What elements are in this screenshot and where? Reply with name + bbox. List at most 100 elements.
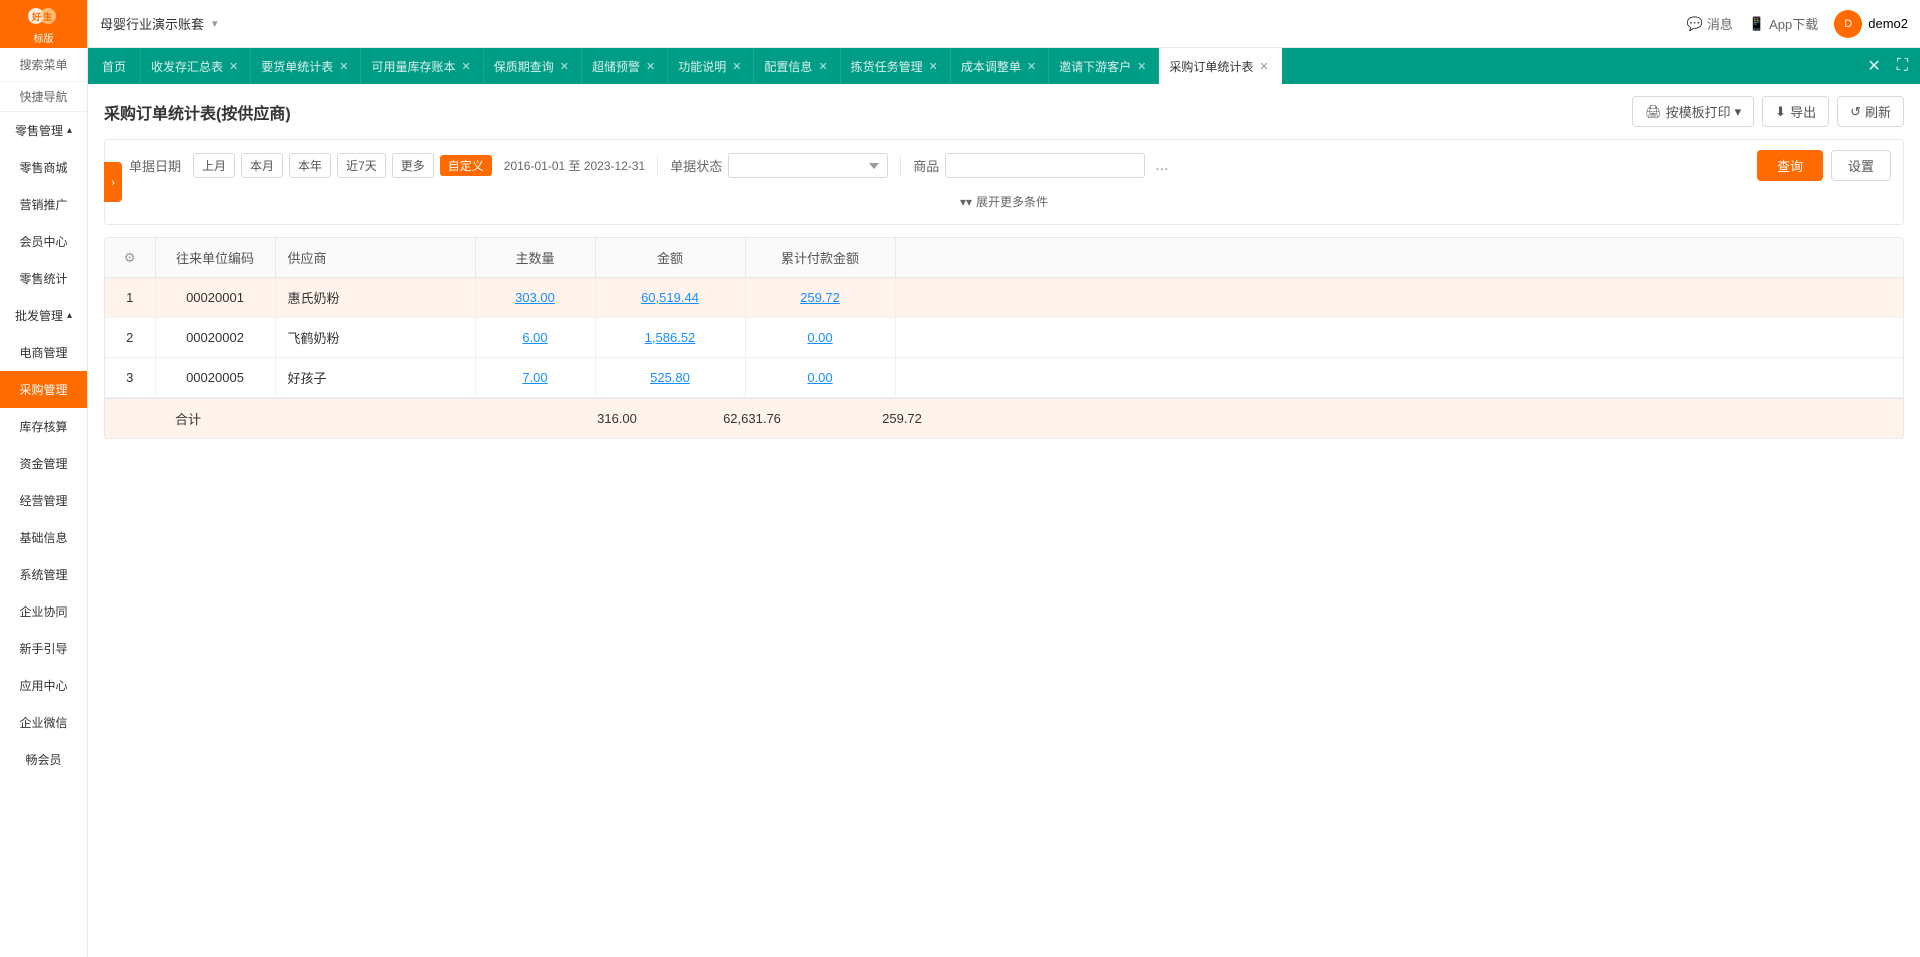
footer-total-qty: 316.00 <box>557 411 677 426</box>
cell-paid[interactable]: 0.00 <box>745 358 895 398</box>
sidebar-item-ecommerce[interactable]: 电商管理 <box>0 334 87 371</box>
app-logo: 好 生 标版 <box>0 0 87 48</box>
sidebar-item-wholesale[interactable]: 批发管理 ▴ <box>0 297 87 334</box>
sidebar-item-vip[interactable]: 畅会员 <box>0 741 87 778</box>
cell-code: 00020005 <box>155 358 275 398</box>
tab-close-inventory[interactable]: ✕ <box>460 59 473 74</box>
col-paid-header: 累计付款金额 <box>745 238 895 278</box>
date-last-month-button[interactable]: 上月 <box>193 153 235 178</box>
tab-invite[interactable]: 邀请下游客户 ✕ <box>1049 48 1159 84</box>
topbar-right: 💬 消息 📱 App下载 D demo2 <box>1687 10 1908 38</box>
app-download-label: App下载 <box>1769 14 1818 33</box>
sidebar-item-search[interactable]: 搜索菜单 <box>0 48 87 82</box>
sidebar-item-purchase[interactable]: 采购管理 <box>0 371 87 408</box>
export-button[interactable]: ⬇ 导出 <box>1762 96 1829 127</box>
sidebar-item-enterprise[interactable]: 企业协同 <box>0 593 87 630</box>
topbar-left: 母婴行业演示账套 ▾ <box>100 14 218 33</box>
sidebar-item-retail[interactable]: 零售管理 ▴ <box>0 112 87 149</box>
tab-close-purchase-stats[interactable]: ✕ <box>1257 59 1270 74</box>
tab-function-label: 功能说明 <box>678 58 726 75</box>
tab-close-cost-adjust[interactable]: ✕ <box>1025 59 1038 74</box>
page-actions: 🖨 按模板打印 ▾ ⬇ 导出 ↺ 刷新 <box>1632 96 1904 127</box>
cell-qty[interactable]: 6.00 <box>475 318 595 358</box>
sidebar-item-quicknav[interactable]: 快捷导航 <box>0 82 87 112</box>
refresh-icon: ↺ <box>1850 104 1861 120</box>
cell-amount[interactable]: 1,586.52 <box>595 318 745 358</box>
sidebar-item-basic[interactable]: 基础信息 <box>0 519 87 556</box>
sidebar-item-wholesale-label: 批发管理 <box>15 307 63 324</box>
sidebar-item-system[interactable]: 系统管理 <box>0 556 87 593</box>
workspace-dropdown-icon[interactable]: ▾ <box>212 17 218 30</box>
col-supplier-header: 供应商 <box>275 238 475 278</box>
refresh-button[interactable]: ↺ 刷新 <box>1837 96 1904 127</box>
tab-order-stats[interactable]: 要货单统计表 ✕ <box>251 48 361 84</box>
sidebar-item-inventory-check[interactable]: 库存核算 <box>0 408 87 445</box>
cell-paid[interactable]: 0.00 <box>745 318 895 358</box>
cell-seq: 3 <box>105 358 155 398</box>
settings-button[interactable]: 设置 <box>1831 150 1891 181</box>
sidebar-item-retail-label: 零售管理 <box>15 122 63 139</box>
tab-function[interactable]: 功能说明 ✕ <box>668 48 754 84</box>
date-this-year-button[interactable]: 本年 <box>289 153 331 178</box>
table-row: 3 00020005 好孩子 7.00 525.80 0.00 <box>105 358 1903 398</box>
sidebar-item-member[interactable]: 会员中心 <box>0 223 87 260</box>
tab-overstock[interactable]: 超储预警 ✕ <box>582 48 668 84</box>
date-this-month-button[interactable]: 本月 <box>241 153 283 178</box>
print-button[interactable]: 🖨 按模板打印 ▾ <box>1632 96 1754 127</box>
tab-picking[interactable]: 拣货任务管理 ✕ <box>841 48 951 84</box>
tab-close-invite[interactable]: ✕ <box>1135 59 1148 74</box>
tab-close-picking[interactable]: ✕ <box>927 59 940 74</box>
svg-text:生: 生 <box>43 11 52 22</box>
topbar: 母婴行业演示账套 ▾ 💬 消息 📱 App下载 D demo2 <box>88 0 1920 48</box>
expand-down-icon: ▾▾ <box>960 195 972 209</box>
tab-close-collect[interactable]: ✕ <box>227 59 240 74</box>
tab-close-config[interactable]: ✕ <box>816 59 829 74</box>
sidebar-item-retail-stats[interactable]: 零售统计 <box>0 260 87 297</box>
sidebar-item-biz[interactable]: 经营管理 <box>0 482 87 519</box>
goods-filter-more[interactable]: ... <box>1151 157 1172 175</box>
tab-close-expiry[interactable]: ✕ <box>558 59 571 74</box>
tab-picking-label: 拣货任务管理 <box>851 58 923 75</box>
cell-amount[interactable]: 525.80 <box>595 358 745 398</box>
app-download-button[interactable]: 📱 App下载 <box>1749 14 1818 33</box>
query-button[interactable]: 查询 <box>1757 150 1823 181</box>
tab-maximize-button[interactable]: ⛶ <box>1893 55 1912 77</box>
sidebar-item-newbie[interactable]: 新手引导 <box>0 630 87 667</box>
expand-label: 展开更多条件 <box>976 193 1048 210</box>
cell-paid[interactable]: 259.72 <box>745 278 895 318</box>
date-filter-label: 单据日期 <box>129 156 181 175</box>
tab-close-overstock[interactable]: ✕ <box>644 59 657 74</box>
tab-cost-adjust[interactable]: 成本调整单 ✕ <box>951 48 1049 84</box>
data-table: ⚙ 往来单位编码 供应商 主数量 金额 累计付款金额 1 00020001 惠氏… <box>105 238 1903 398</box>
cell-qty[interactable]: 303.00 <box>475 278 595 318</box>
print-label: 按模板打印 <box>1666 102 1731 121</box>
refresh-label: 刷新 <box>1865 102 1891 121</box>
tab-overstock-label: 超储预警 <box>592 58 640 75</box>
tab-home[interactable]: 首页 <box>88 48 141 84</box>
tab-close-function[interactable]: ✕ <box>730 59 743 74</box>
filter-expand-button[interactable]: ▾▾ 展开更多条件 <box>952 189 1056 214</box>
tab-expiry[interactable]: 保质期查询 ✕ <box>484 48 582 84</box>
cell-rest <box>895 358 1903 398</box>
tab-config[interactable]: 配置信息 ✕ <box>754 48 840 84</box>
status-filter-select[interactable] <box>728 153 888 178</box>
sidebar-item-mall[interactable]: 零售商城 <box>0 149 87 186</box>
filter-toggle-button[interactable]: › <box>104 162 122 202</box>
cell-amount[interactable]: 60,519.44 <box>595 278 745 318</box>
tab-close-order-stats[interactable]: ✕ <box>337 59 350 74</box>
goods-filter-input[interactable] <box>945 153 1145 178</box>
tab-close-all-button[interactable]: ✕ <box>1863 54 1884 78</box>
sidebar-item-wechat[interactable]: 企业微信 <box>0 704 87 741</box>
sidebar-item-finance[interactable]: 资金管理 <box>0 445 87 482</box>
sidebar-item-appscenter[interactable]: 应用中心 <box>0 667 87 704</box>
sidebar-item-marketing[interactable]: 营销推广 <box>0 186 87 223</box>
date-7days-button[interactable]: 近7天 <box>337 153 386 178</box>
date-more-button[interactable]: 更多 <box>392 153 434 178</box>
message-button[interactable]: 💬 消息 <box>1687 14 1733 33</box>
tab-inventory[interactable]: 可用量库存账本 ✕ <box>361 48 483 84</box>
cell-qty[interactable]: 7.00 <box>475 358 595 398</box>
tab-collect[interactable]: 收发存汇总表 ✕ <box>141 48 251 84</box>
tab-purchase-stats[interactable]: 采购订单统计表 ✕ <box>1159 48 1281 84</box>
col-settings-header[interactable]: ⚙ <box>105 238 155 278</box>
user-menu[interactable]: D demo2 <box>1834 10 1908 38</box>
